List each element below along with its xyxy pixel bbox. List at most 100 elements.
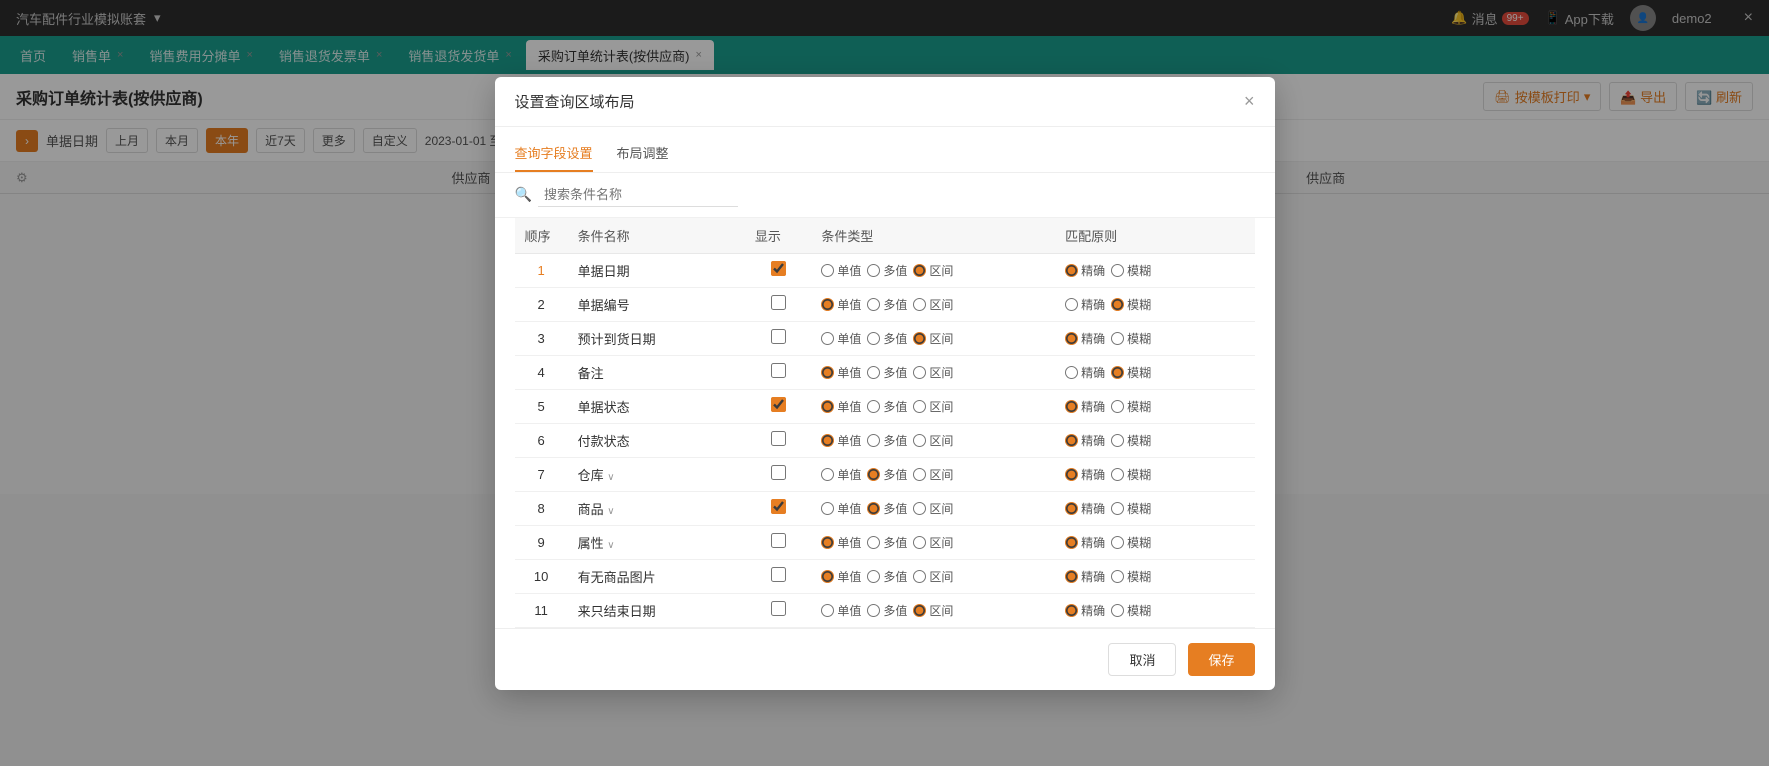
modal-close-button[interactable]: × <box>1244 91 1255 112</box>
match-radio-item[interactable]: 精确 <box>1065 330 1105 347</box>
type-radio-item[interactable]: 区间 <box>913 296 953 313</box>
type-radio-item[interactable]: 单值 <box>821 500 861 517</box>
type-radio-item[interactable]: 多值 <box>867 364 907 381</box>
type-radio-item[interactable]: 区间 <box>913 398 953 415</box>
match-radio[interactable] <box>1111 604 1124 617</box>
match-radio[interactable] <box>1111 536 1124 549</box>
match-radio-item[interactable]: 模糊 <box>1111 398 1151 415</box>
type-radio-item[interactable]: 多值 <box>867 296 907 313</box>
type-radio-item[interactable]: 多值 <box>867 398 907 415</box>
type-radio[interactable] <box>867 366 880 379</box>
match-radio-item[interactable]: 精确 <box>1065 466 1105 483</box>
type-radio[interactable] <box>867 332 880 345</box>
type-radio[interactable] <box>821 468 834 481</box>
type-radio[interactable] <box>867 434 880 447</box>
match-radio-item[interactable]: 模糊 <box>1111 534 1151 551</box>
type-radio-item[interactable]: 多值 <box>867 534 907 551</box>
match-radio[interactable] <box>1111 434 1124 447</box>
match-radio[interactable] <box>1065 298 1078 311</box>
type-radio[interactable] <box>821 604 834 617</box>
type-radio[interactable] <box>913 298 926 311</box>
type-radio[interactable] <box>913 502 926 515</box>
show-checkbox[interactable] <box>771 363 786 378</box>
type-radio[interactable] <box>821 332 834 345</box>
type-radio[interactable] <box>913 536 926 549</box>
match-radio[interactable] <box>1111 332 1124 345</box>
match-radio-item[interactable]: 精确 <box>1065 262 1105 279</box>
type-radio-item[interactable]: 多值 <box>867 466 907 483</box>
match-radio[interactable] <box>1111 366 1124 379</box>
match-radio[interactable] <box>1111 264 1124 277</box>
modal-tab-layout[interactable]: 布局调整 <box>617 137 669 172</box>
match-radio[interactable] <box>1111 400 1124 413</box>
match-radio[interactable] <box>1065 468 1078 481</box>
match-radio-item[interactable]: 模糊 <box>1111 466 1151 483</box>
dropdown-icon[interactable]: ∨ <box>607 540 614 551</box>
modal-tab-query-fields[interactable]: 查询字段设置 <box>515 137 593 172</box>
type-radio-item[interactable]: 区间 <box>913 534 953 551</box>
type-radio[interactable] <box>867 570 880 583</box>
match-radio-item[interactable]: 模糊 <box>1111 500 1151 517</box>
type-radio[interactable] <box>821 536 834 549</box>
match-radio-item[interactable]: 模糊 <box>1111 602 1151 619</box>
type-radio-item[interactable]: 单值 <box>821 534 861 551</box>
match-radio[interactable] <box>1065 434 1078 447</box>
match-radio[interactable] <box>1111 298 1124 311</box>
match-radio-item[interactable]: 精确 <box>1065 296 1105 313</box>
match-radio-item[interactable]: 模糊 <box>1111 432 1151 449</box>
match-radio[interactable] <box>1065 400 1078 413</box>
type-radio[interactable] <box>867 502 880 515</box>
show-checkbox[interactable] <box>771 329 786 344</box>
type-radio[interactable] <box>867 604 880 617</box>
type-radio-item[interactable]: 多值 <box>867 432 907 449</box>
type-radio-item[interactable]: 单值 <box>821 296 861 313</box>
type-radio-item[interactable]: 多值 <box>867 330 907 347</box>
show-checkbox[interactable] <box>771 499 786 514</box>
type-radio[interactable] <box>821 434 834 447</box>
match-radio-item[interactable]: 精确 <box>1065 602 1105 619</box>
match-radio-item[interactable]: 模糊 <box>1111 568 1151 585</box>
show-checkbox[interactable] <box>771 465 786 480</box>
type-radio-item[interactable]: 单值 <box>821 466 861 483</box>
type-radio-item[interactable]: 单值 <box>821 398 861 415</box>
type-radio[interactable] <box>867 264 880 277</box>
type-radio-item[interactable]: 区间 <box>913 262 953 279</box>
type-radio-item[interactable]: 区间 <box>913 568 953 585</box>
type-radio-item[interactable]: 单值 <box>821 262 861 279</box>
type-radio-item[interactable]: 单值 <box>821 330 861 347</box>
type-radio-item[interactable]: 单值 <box>821 432 861 449</box>
type-radio[interactable] <box>867 400 880 413</box>
type-radio-item[interactable]: 区间 <box>913 466 953 483</box>
show-checkbox[interactable] <box>771 261 786 276</box>
show-checkbox[interactable] <box>771 397 786 412</box>
show-checkbox[interactable] <box>771 295 786 310</box>
type-radio-item[interactable]: 单值 <box>821 364 861 381</box>
type-radio-item[interactable]: 区间 <box>913 432 953 449</box>
type-radio[interactable] <box>913 604 926 617</box>
match-radio[interactable] <box>1065 536 1078 549</box>
match-radio[interactable] <box>1065 570 1078 583</box>
match-radio[interactable] <box>1111 468 1124 481</box>
match-radio-item[interactable]: 精确 <box>1065 364 1105 381</box>
show-checkbox[interactable] <box>771 533 786 548</box>
type-radio[interactable] <box>821 264 834 277</box>
type-radio[interactable] <box>867 536 880 549</box>
show-checkbox[interactable] <box>771 601 786 616</box>
type-radio-item[interactable]: 多值 <box>867 262 907 279</box>
type-radio-item[interactable]: 多值 <box>867 500 907 517</box>
match-radio[interactable] <box>1111 570 1124 583</box>
type-radio-item[interactable]: 区间 <box>913 500 953 517</box>
show-checkbox[interactable] <box>771 567 786 582</box>
match-radio[interactable] <box>1065 366 1078 379</box>
type-radio-item[interactable]: 单值 <box>821 602 861 619</box>
type-radio-item[interactable]: 区间 <box>913 330 953 347</box>
show-checkbox[interactable] <box>771 431 786 446</box>
match-radio-item[interactable]: 精确 <box>1065 432 1105 449</box>
type-radio[interactable] <box>821 502 834 515</box>
cancel-button[interactable]: 取消 <box>1108 643 1176 676</box>
match-radio-item[interactable]: 精确 <box>1065 534 1105 551</box>
type-radio[interactable] <box>913 468 926 481</box>
match-radio[interactable] <box>1065 264 1078 277</box>
type-radio[interactable] <box>821 298 834 311</box>
type-radio[interactable] <box>913 332 926 345</box>
